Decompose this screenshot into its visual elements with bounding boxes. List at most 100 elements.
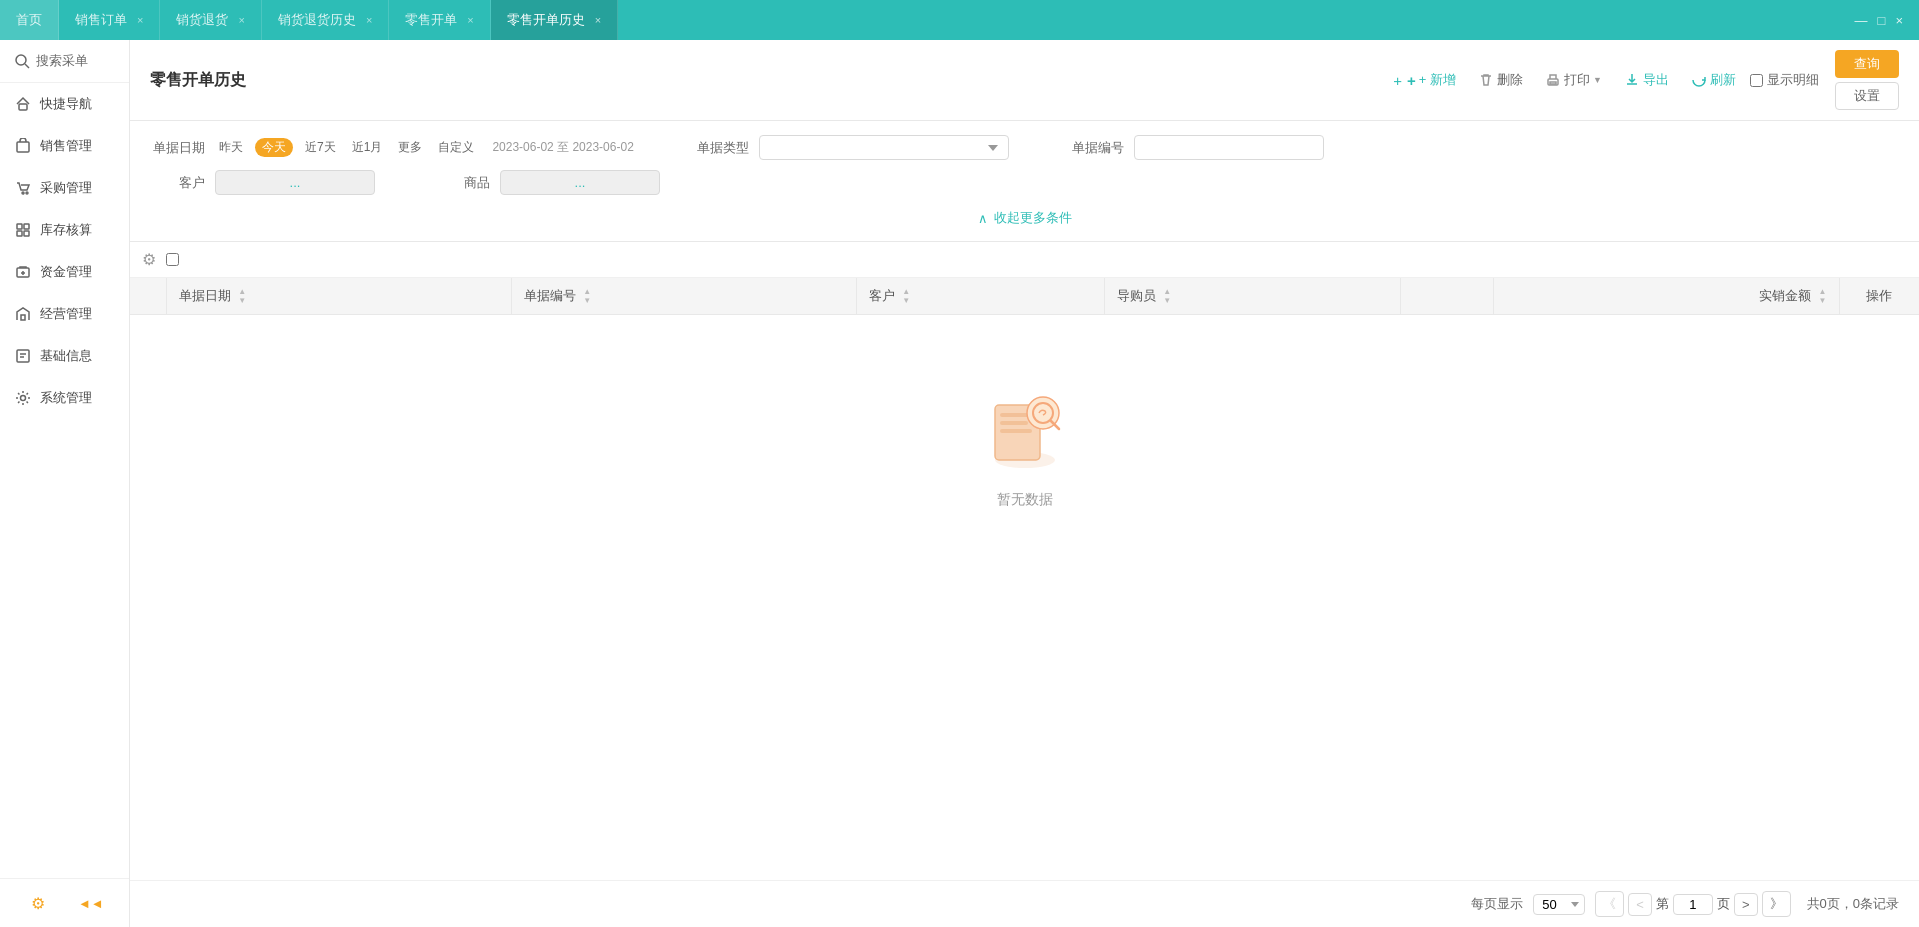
sidebar-item-business-label: 经营管理 (40, 305, 92, 323)
query-label: 查询 (1854, 56, 1880, 71)
settings-bottom-icon[interactable]: ⚙ (26, 891, 50, 915)
date-btn-today[interactable]: 今天 (255, 138, 293, 157)
doc-type-label: 单据类型 (694, 139, 749, 157)
print-arrow-icon: ▼ (1593, 75, 1602, 85)
select-all-checkbox[interactable] (166, 253, 179, 266)
th-amount-label: 实销金额 (1759, 288, 1811, 303)
refresh-label: 刷新 (1710, 71, 1736, 89)
sidebar-search-label: 搜索采单 (36, 52, 88, 70)
next-page-button[interactable]: > (1734, 893, 1758, 916)
tab-sales-return-history[interactable]: 销货退货历史 × (262, 0, 389, 40)
tab-retail-open-history[interactable]: 零售开单历史 × (491, 0, 618, 40)
sidebar-item-purchase[interactable]: 采购管理 (0, 167, 129, 209)
sidebar-item-business[interactable]: 经营管理 (0, 293, 129, 335)
th-customer[interactable]: 客户 ▲ ▼ (856, 278, 1104, 315)
print-button[interactable]: 打印 ▼ (1537, 67, 1610, 93)
finance-icon (14, 263, 32, 281)
tab-retail-open-history-close[interactable]: × (595, 14, 601, 26)
pagination: 每页显示 10 20 50 100 《 < 第 页 > (130, 880, 1919, 927)
page-suffix: 页 (1717, 895, 1730, 913)
svg-point-5 (26, 192, 28, 194)
tab-retail-open-close[interactable]: × (467, 14, 473, 26)
sidebar-item-finance[interactable]: 资金管理 (0, 251, 129, 293)
close-button[interactable]: × (1895, 13, 1903, 28)
tab-sales-order-label: 销售订单 (75, 11, 127, 29)
sort-no-up: ▲ (583, 288, 591, 296)
table-toolbar: ⚙ (130, 242, 1919, 278)
date-options: 昨天 今天 近7天 近1月 更多 自定义 2023-06-02 至 2023-0… (215, 138, 634, 157)
sort-amount-up: ▲ (1819, 288, 1827, 296)
tab-sales-return-history-close[interactable]: × (366, 14, 372, 26)
svg-rect-7 (24, 224, 29, 229)
show-detail-checkbox[interactable] (1750, 74, 1763, 87)
goods-filter-group: 商品 ... (435, 170, 660, 195)
new-label: + 新增 (1419, 71, 1456, 89)
per-page-select[interactable]: 10 20 50 100 (1533, 894, 1585, 915)
inventory-icon (14, 221, 32, 239)
sidebar-item-system[interactable]: 系统管理 (0, 377, 129, 419)
svg-line-1 (25, 64, 29, 68)
th-date[interactable]: 单据日期 ▲ ▼ (166, 278, 511, 315)
export-button[interactable]: 导出 (1616, 67, 1677, 93)
goods-select-button[interactable]: ... (500, 170, 660, 195)
last-page-button[interactable]: 》 (1762, 891, 1791, 917)
show-detail-checkbox-label[interactable]: 显示明细 (1750, 71, 1819, 89)
svg-point-0 (16, 55, 26, 65)
date-btn-more[interactable]: 更多 (394, 138, 426, 157)
th-amount[interactable]: 实销金额 ▲ ▼ (1494, 278, 1839, 315)
sidebar-search[interactable]: 搜索采单 (0, 40, 129, 83)
table-settings-icon[interactable]: ⚙ (142, 250, 156, 269)
date-btn-7days[interactable]: 近7天 (301, 138, 340, 157)
setting-button[interactable]: 设置 (1835, 82, 1899, 110)
tab-sales-order[interactable]: 销售订单 × (59, 0, 160, 40)
date-filter-group: 单据日期 昨天 今天 近7天 近1月 更多 自定义 2023-06-02 至 2… (150, 138, 634, 157)
sort-no-down: ▼ (583, 297, 591, 305)
sort-date-down: ▼ (238, 297, 246, 305)
customer-select-button[interactable]: ... (215, 170, 375, 195)
sidebar-item-inventory[interactable]: 库存核算 (0, 209, 129, 251)
svg-rect-20 (1000, 429, 1032, 433)
query-button[interactable]: 查询 (1835, 50, 1899, 78)
tab-home[interactable]: 首页 (0, 0, 59, 40)
first-page-icon: 《 (1603, 896, 1616, 911)
prev-page-button[interactable]: < (1628, 893, 1652, 916)
svg-point-13 (21, 396, 26, 401)
new-button[interactable]: + + 新增 (1385, 67, 1464, 93)
th-action-label: 操作 (1866, 288, 1892, 303)
th-no[interactable]: 单据编号 ▲ ▼ (511, 278, 856, 315)
minimize-button[interactable]: — (1855, 13, 1868, 28)
sidebar-item-basic-info[interactable]: 基础信息 (0, 335, 129, 377)
search-icon (14, 53, 30, 70)
sidebar-item-inventory-label: 库存核算 (40, 221, 92, 239)
date-btn-yesterday[interactable]: 昨天 (215, 138, 247, 157)
sidebar-item-quick-nav[interactable]: 快捷导航 (0, 83, 129, 125)
goods-label: 商品 (435, 174, 490, 192)
customer-label: 客户 (150, 174, 205, 192)
sort-no-icons: ▲ ▼ (583, 288, 591, 305)
sidebar-item-finance-label: 资金管理 (40, 263, 92, 281)
tab-sales-return-close[interactable]: × (238, 14, 244, 26)
date-btn-custom[interactable]: 自定义 (434, 138, 478, 157)
date-btn-1month[interactable]: 近1月 (348, 138, 387, 157)
tab-sales-return-label: 销货退货 (176, 11, 228, 29)
tab-list: 首页 销售订单 × 销货退货 × 销货退货历史 × 零售开单 × 零售开单历史 … (0, 0, 1855, 40)
page-input[interactable] (1673, 894, 1713, 915)
main-layout: 搜索采单 快捷导航 销售管理 (0, 40, 1919, 927)
tab-sales-return[interactable]: 销货退货 × (160, 0, 261, 40)
th-salesperson[interactable]: 导购员 ▲ ▼ (1104, 278, 1401, 315)
tab-retail-open[interactable]: 零售开单 × (389, 0, 490, 40)
maximize-button[interactable]: □ (1878, 13, 1886, 28)
tab-sales-order-close[interactable]: × (137, 14, 143, 26)
sidebar-item-sales[interactable]: 销售管理 (0, 125, 129, 167)
filter-collapse-button[interactable]: ∧ 收起更多条件 (978, 209, 1072, 227)
first-page-button[interactable]: 《 (1595, 891, 1624, 917)
doc-type-select[interactable] (759, 135, 1009, 160)
collapse-label: 收起更多条件 (994, 209, 1072, 227)
collapse-icon[interactable]: ◄◄ (79, 891, 103, 915)
th-no-label: 单据编号 (524, 288, 576, 303)
delete-button[interactable]: 删除 (1470, 67, 1531, 93)
svg-rect-15 (1550, 82, 1556, 84)
doc-no-input[interactable] (1134, 135, 1324, 160)
date-filter-label: 单据日期 (150, 139, 205, 157)
refresh-button[interactable]: 刷新 (1683, 67, 1744, 93)
